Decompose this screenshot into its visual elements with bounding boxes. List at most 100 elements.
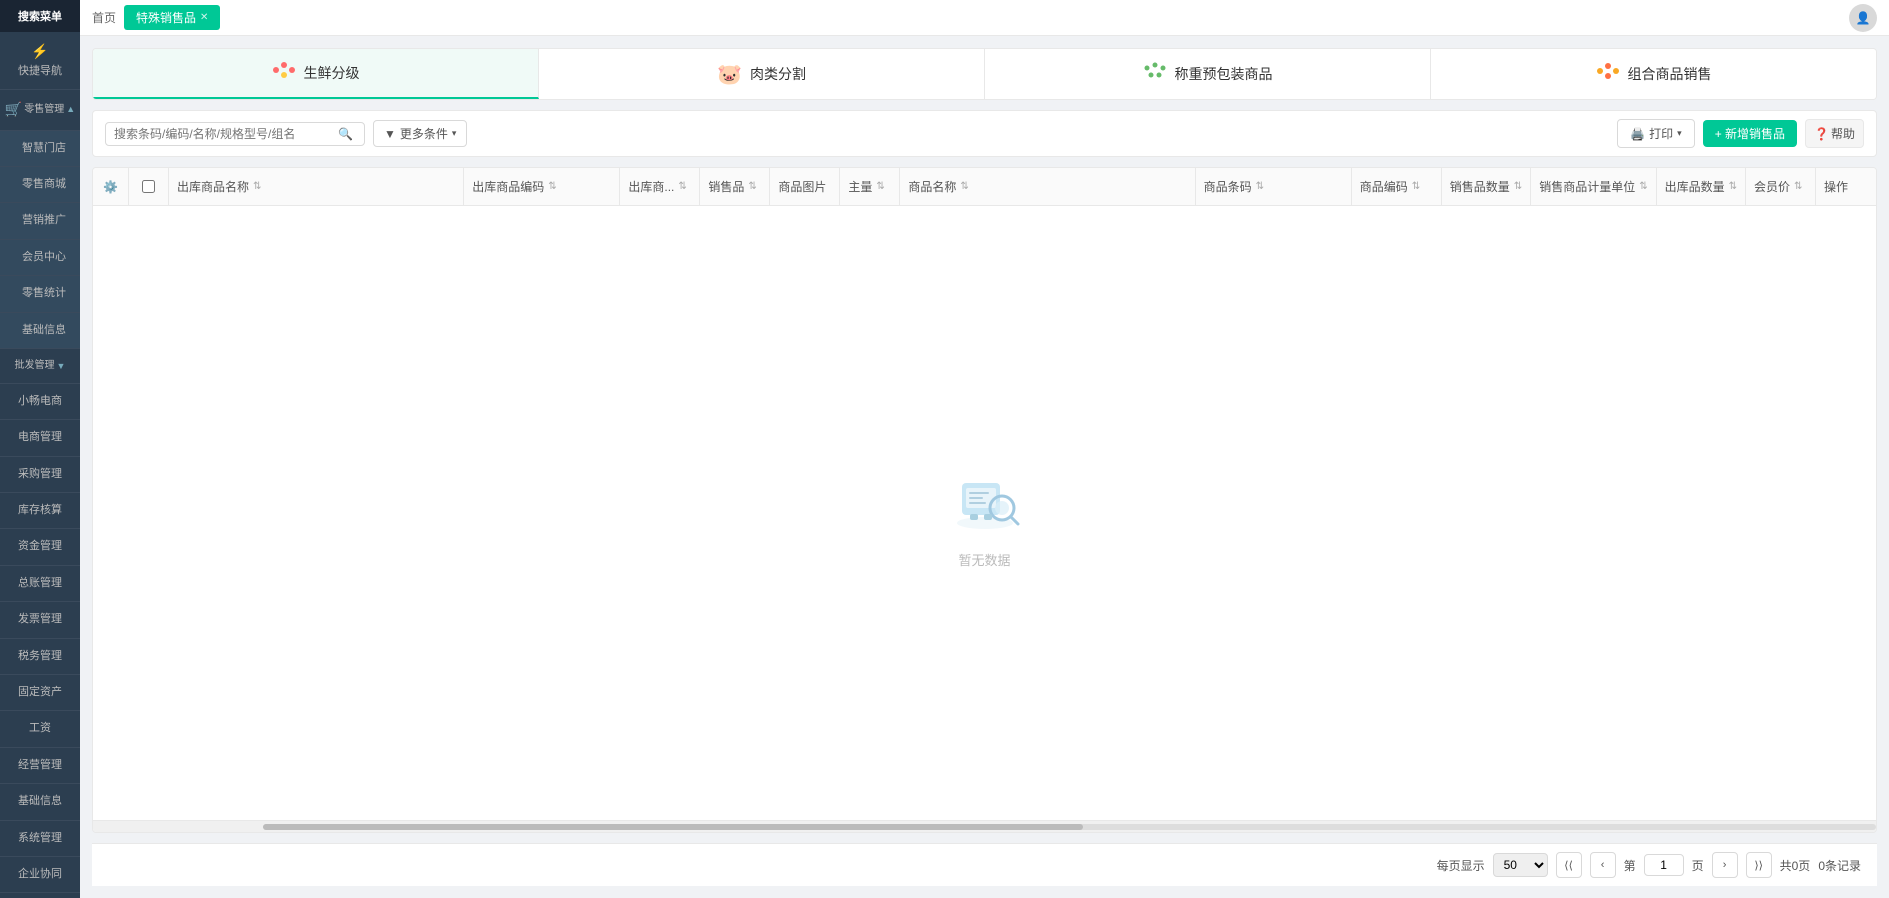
- sidebar-item-member-center[interactable]: 会员中心: [0, 240, 80, 276]
- sidebar-item-sales-promo[interactable]: 营销推广: [0, 203, 80, 239]
- sort-icon[interactable]: ⇅: [960, 181, 968, 192]
- help-button[interactable]: ❓ 帮助: [1805, 119, 1864, 148]
- weight-pack-label: 称重预包装商品: [1175, 64, 1273, 84]
- next-page-icon: ›: [1723, 859, 1727, 871]
- sort-icon[interactable]: ⇅: [1412, 181, 1420, 192]
- sort-icon[interactable]: ⇅: [253, 181, 261, 192]
- active-tab[interactable]: 特殊销售品 ✕: [124, 5, 220, 30]
- salary-label: 工资: [29, 721, 51, 736]
- sidebar-item-ecom-mgmt[interactable]: 电商管理: [0, 420, 80, 456]
- content-area: 生鲜分级 🐷 肉类分割 称重预包装商品: [80, 36, 1889, 898]
- search-input[interactable]: [114, 127, 334, 141]
- batch-mgmt-label: 批发管理: [15, 359, 55, 373]
- sidebar-item-ledger[interactable]: 总账管理: [0, 566, 80, 602]
- sidebar-item-basic-info[interactable]: 基础信息: [0, 313, 80, 349]
- top-bar: 首页 特殊销售品 ✕ 👤: [80, 0, 1889, 36]
- sidebar-item-inventory[interactable]: 库存核算: [0, 493, 80, 529]
- sidebar-item-smart-store[interactable]: 智慧门店: [0, 131, 80, 167]
- th-checkbox[interactable]: [129, 168, 169, 205]
- sort-icon[interactable]: ⇅: [1639, 181, 1647, 192]
- th-img: 商品图片: [770, 168, 840, 205]
- cat-tab-combo-sale[interactable]: 组合商品销售: [1431, 49, 1876, 99]
- sort-icon[interactable]: ⇅: [876, 181, 884, 192]
- filter-button[interactable]: ▼ 更多条件 ▾: [373, 120, 467, 147]
- user-avatar[interactable]: 👤: [1849, 4, 1877, 32]
- add-sale-item-button[interactable]: + 新增销售品: [1703, 120, 1797, 147]
- sort-icon[interactable]: ⇅: [548, 181, 556, 192]
- select-all-checkbox[interactable]: [142, 180, 155, 193]
- sidebar-item-retail-mgmt[interactable]: 🛒 零售管理 ▲: [0, 90, 80, 131]
- sidebar-item-ops-mgmt[interactable]: 经营管理: [0, 748, 80, 784]
- sidebar-item-finance[interactable]: 资金管理: [0, 529, 80, 565]
- total-records: 0条记录: [1818, 857, 1861, 874]
- sidebar-item-tax-mgmt[interactable]: 税务管理: [0, 639, 80, 675]
- retail-stats-label: 零售统计: [22, 286, 66, 301]
- last-page-icon: ⟩⟩: [1754, 859, 1763, 872]
- pagination-bar: 每页显示 50 10 20 100 ⟨⟨ ‹ 第 页 › ⟩⟩ 共0页: [92, 843, 1877, 886]
- th-main: 主量 ⇅: [840, 168, 900, 205]
- sidebar-item-purchase-mgmt[interactable]: 采购管理: [0, 457, 80, 493]
- sidebar-logo[interactable]: 搜索菜单: [0, 0, 80, 32]
- th-prod-code: 商品编码 ⇅: [1352, 168, 1442, 205]
- cat-tab-meat-cut[interactable]: 🐷 肉类分割: [539, 49, 985, 99]
- sort-icon[interactable]: ⇅: [1514, 181, 1522, 192]
- table-header: ⚙️ 出库商品名称 ⇅ 出库商品编码 ⇅ 出库商... ⇅: [93, 168, 1876, 206]
- cat-tab-weight-pack[interactable]: 称重预包装商品: [985, 49, 1431, 99]
- sidebar-item-quick-nav[interactable]: ⚡ 快捷导航: [0, 32, 80, 90]
- basic-info-label: 基础信息: [22, 323, 66, 338]
- sidebar-item-retail-mall[interactable]: 零售商城: [0, 167, 80, 203]
- sort-icon[interactable]: ⇅: [1729, 181, 1737, 192]
- retail-mgmt-icon: 🛒: [5, 100, 22, 120]
- sort-icon[interactable]: ⇅: [1256, 181, 1264, 192]
- sidebar-item-new-guide[interactable]: 新手引导: [0, 893, 80, 898]
- sidebar-item-fixed-assets[interactable]: 固定资产: [0, 675, 80, 711]
- print-button[interactable]: 🖨️ 打印 ▾: [1617, 119, 1695, 148]
- next-page-button[interactable]: ›: [1712, 852, 1738, 878]
- purchase-mgmt-label: 采购管理: [18, 467, 62, 482]
- ecom-mgmt-label: 电商管理: [18, 430, 62, 445]
- toolbar-right: 🖨️ 打印 ▾ + 新增销售品 ❓ 帮助: [1617, 119, 1864, 148]
- fresh-grade-icon: [272, 61, 296, 85]
- chevron-right-icon: ▼: [57, 360, 66, 373]
- sales-promo-label: 营销推广: [22, 213, 66, 228]
- cat-tab-fresh-grade[interactable]: 生鲜分级: [93, 49, 539, 99]
- sidebar-item-invoice-mgmt[interactable]: 发票管理: [0, 602, 80, 638]
- help-icon: ❓: [1814, 127, 1829, 141]
- fresh-grade-label: 生鲜分级: [304, 63, 360, 83]
- th-sale-qty: 销售品数量 ⇅: [1442, 168, 1531, 205]
- th-settings[interactable]: ⚙️: [93, 168, 129, 205]
- first-page-button[interactable]: ⟨⟨: [1556, 852, 1582, 878]
- horizontal-scrollbar[interactable]: [93, 820, 1876, 832]
- sidebar-item-sys-mgmt[interactable]: 系统管理: [0, 821, 80, 857]
- sidebar-item-mini-ecom[interactable]: 小畅电商: [0, 384, 80, 420]
- tab-close-icon[interactable]: ✕: [200, 12, 208, 23]
- prev-page-icon: ‹: [1601, 859, 1605, 871]
- sort-icon[interactable]: ⇅: [1794, 181, 1802, 192]
- per-page-select[interactable]: 50 10 20 100: [1493, 853, 1548, 877]
- sidebar-item-batch-mgmt[interactable]: 批发管理 ▼: [0, 349, 80, 384]
- breadcrumb-home[interactable]: 首页: [92, 9, 116, 26]
- meat-cut-label: 肉类分割: [750, 64, 806, 84]
- quick-nav-icon: ⚡: [31, 42, 48, 62]
- settings-icon: ⚙️: [103, 180, 118, 194]
- sidebar-item-basic-info2[interactable]: 基础信息: [0, 784, 80, 820]
- prev-page-button[interactable]: ‹: [1590, 852, 1616, 878]
- last-page-button[interactable]: ⟩⟩: [1746, 852, 1772, 878]
- basic-info2-label: 基础信息: [18, 794, 62, 809]
- page-number-input[interactable]: [1644, 854, 1684, 876]
- meat-cut-icon: 🐷: [717, 62, 742, 87]
- th-wh-qty: 出库品数量 ⇅: [1657, 168, 1746, 205]
- sidebar-item-enterprise[interactable]: 企业协同: [0, 857, 80, 893]
- total-pages: 共0页: [1780, 857, 1811, 874]
- th-member-price: 会员价 ⇅: [1746, 168, 1816, 205]
- sidebar-item-salary[interactable]: 工资: [0, 711, 80, 747]
- sort-icon[interactable]: ⇅: [748, 181, 756, 192]
- filter-icon: ▼: [384, 127, 396, 141]
- search-box[interactable]: 🔍: [105, 122, 365, 146]
- chevron-down-icon: ▾: [1677, 128, 1682, 139]
- empty-state: 暂无数据: [93, 206, 1876, 820]
- sort-icon[interactable]: ⇅: [678, 181, 686, 192]
- th-op: 操作: [1816, 168, 1876, 205]
- page-suffix-label: 页: [1692, 857, 1704, 874]
- sidebar-item-retail-stats[interactable]: 零售统计: [0, 276, 80, 312]
